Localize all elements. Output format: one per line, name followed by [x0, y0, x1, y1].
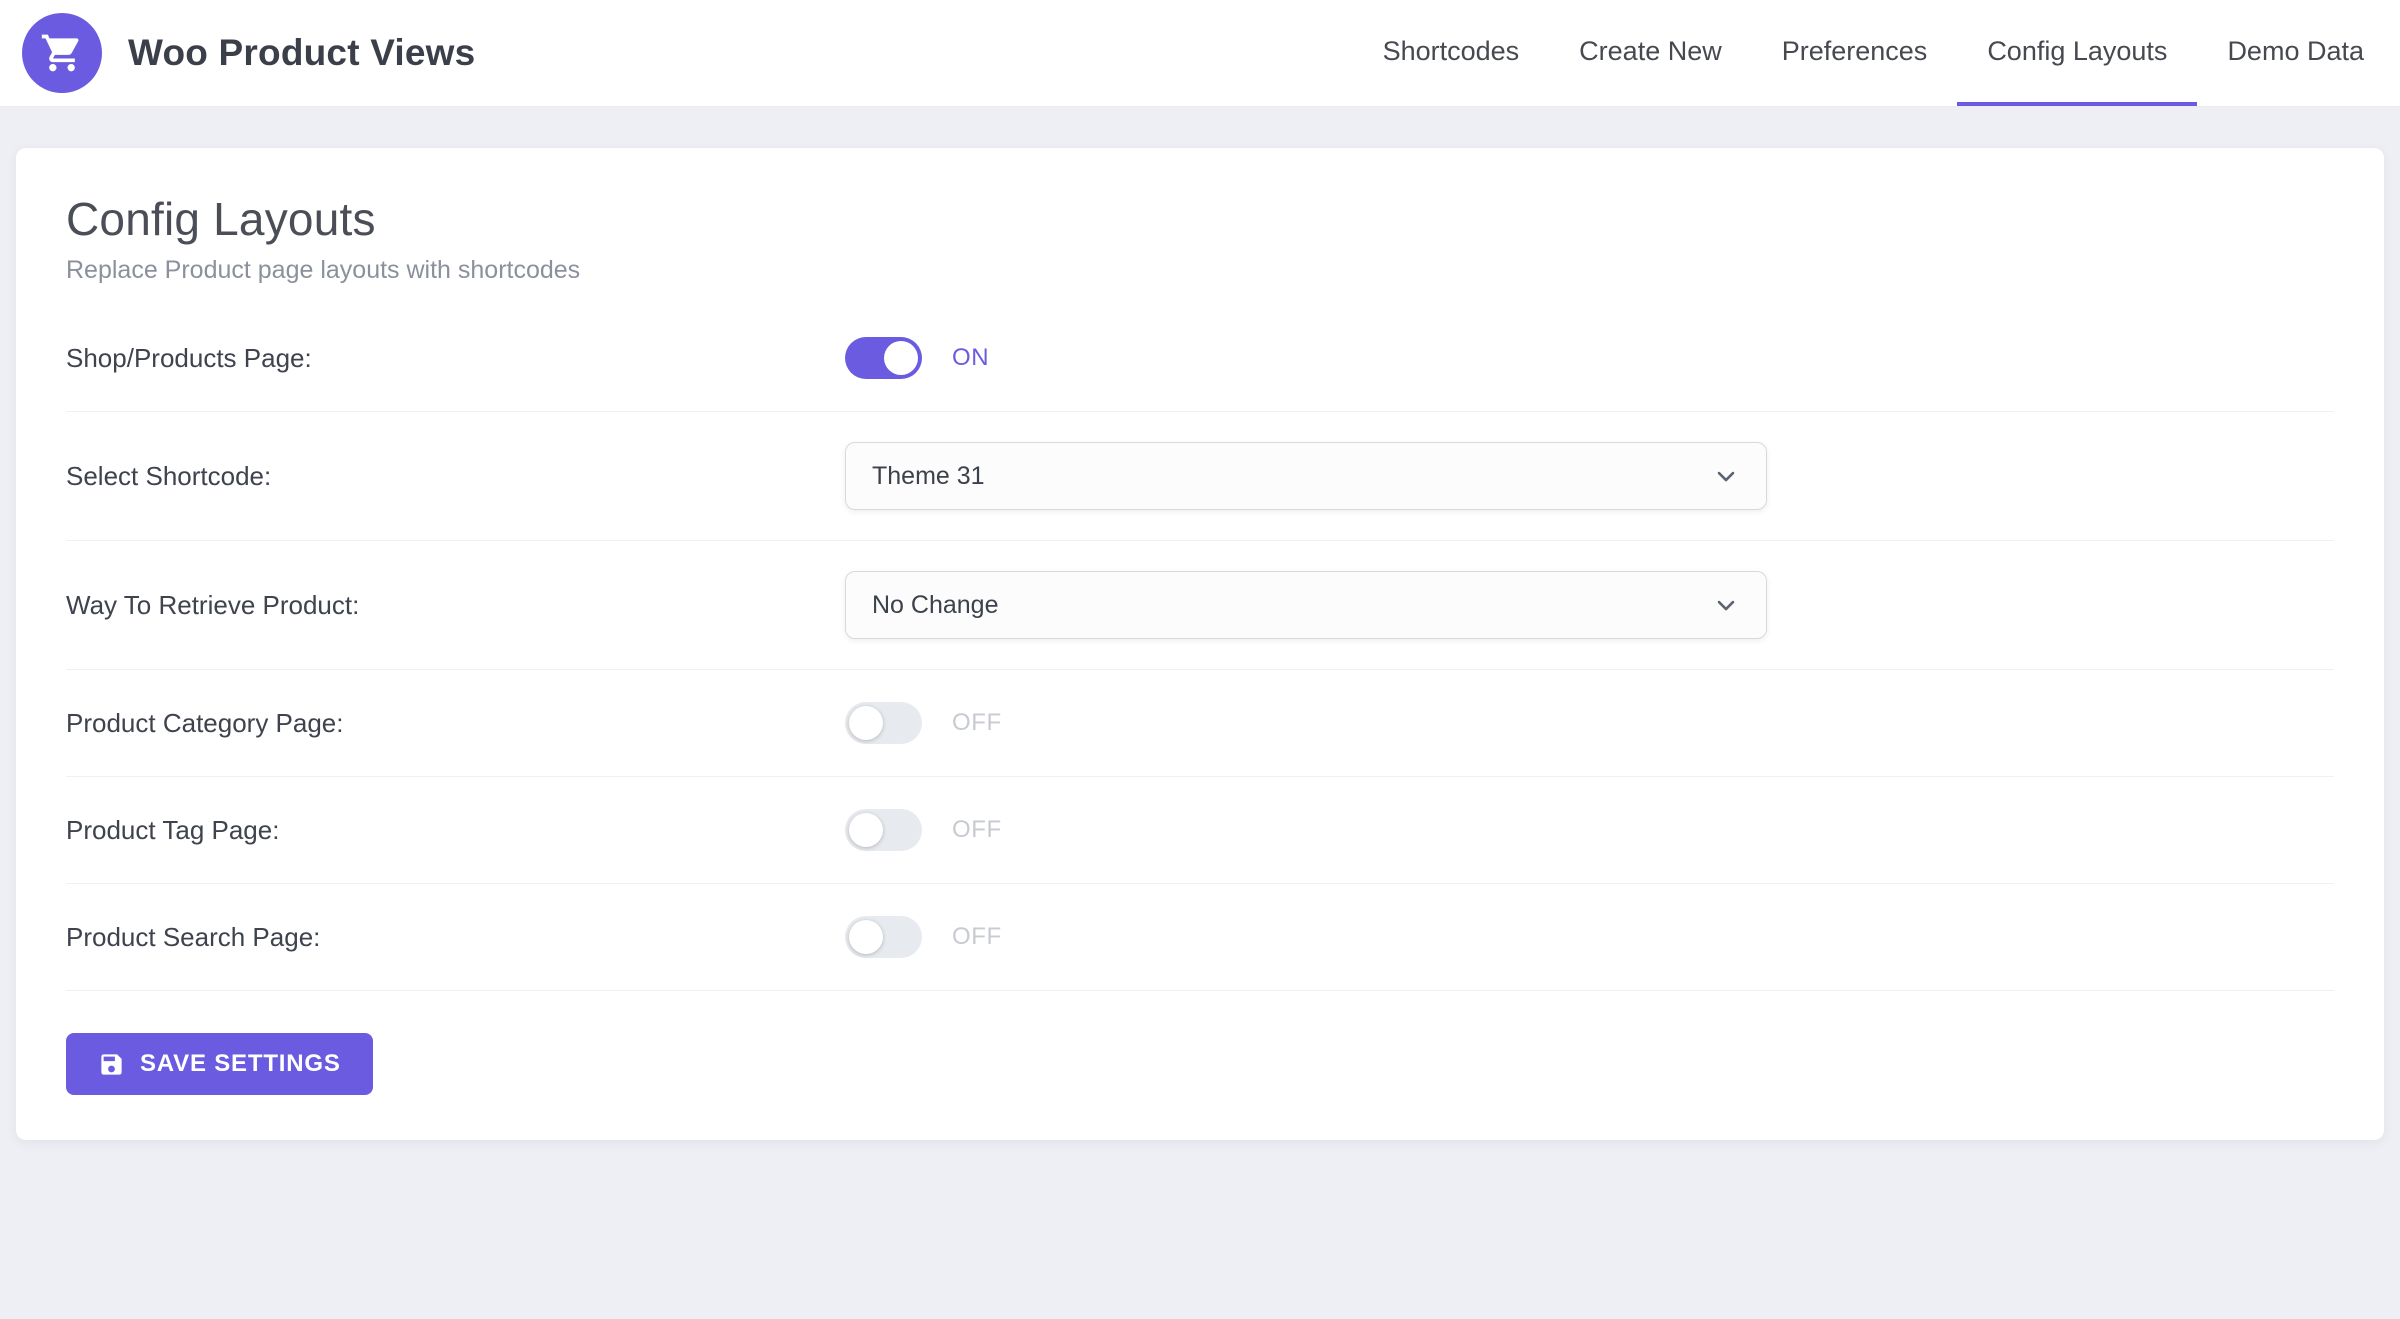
tab-shortcodes[interactable]: Shortcodes: [1353, 0, 1550, 106]
page-title: Config Layouts: [66, 193, 376, 245]
tab-demo-data[interactable]: Demo Data: [2197, 0, 2394, 106]
page-subtitle: Replace Product page layouts with shortc…: [66, 256, 581, 284]
tab-create-new[interactable]: Create New: [1549, 0, 1752, 106]
chevron-down-icon: [1712, 591, 1740, 619]
settings-rows: Shop/Products Page: ON Select Shortcode: Th…: [66, 305, 2334, 991]
setting-row-product-category-page: Product Category Page: OFF: [66, 670, 2334, 777]
brand-title: Woo Product Views: [128, 32, 476, 73]
setting-row-product-search-page: Product Search Page: OFF: [66, 884, 2334, 991]
shop-products-page-toggle[interactable]: [845, 337, 922, 379]
save-settings-label: SAVE SETTINGS: [140, 1050, 341, 1077]
setting-label: Product Search Page:: [66, 921, 321, 952]
toggle-knob: [884, 341, 918, 375]
way-to-retrieve-product-select[interactable]: No Change: [845, 571, 1767, 639]
toggle-state-label: OFF: [952, 923, 1002, 950]
save-icon: [98, 1051, 125, 1078]
setting-row-way-to-retrieve-product: Way To Retrieve Product: No Change: [66, 541, 2334, 670]
shopping-cart-icon: [22, 13, 102, 93]
select-value: Theme 31: [872, 461, 985, 490]
toggle-state-label: OFF: [952, 816, 1002, 843]
brand: Woo Product Views: [22, 0, 475, 106]
setting-row-shop-products-page: Shop/Products Page: ON: [66, 305, 2334, 412]
save-settings-button[interactable]: SAVE SETTINGS: [66, 1033, 373, 1095]
setting-control: OFF: [845, 809, 1002, 851]
setting-label: Product Tag Page:: [66, 814, 280, 845]
toggle-state-label: ON: [952, 344, 990, 371]
main-content: Config Layouts Replace Product page layo…: [0, 148, 2400, 1140]
tab-preferences[interactable]: Preferences: [1752, 0, 1958, 106]
select-value: No Change: [872, 590, 999, 619]
setting-control: Theme 31: [845, 442, 1767, 510]
product-search-page-toggle[interactable]: [845, 916, 922, 958]
chevron-down-icon: [1712, 462, 1740, 490]
product-category-page-toggle[interactable]: [845, 702, 922, 744]
tab-config-layouts[interactable]: Config Layouts: [1957, 0, 2198, 106]
toggle-knob: [849, 813, 883, 847]
select-shortcode-select[interactable]: Theme 31: [845, 442, 1767, 510]
setting-row-product-tag-page: Product Tag Page: OFF: [66, 777, 2334, 884]
config-layouts-card: Config Layouts Replace Product page layo…: [16, 148, 2384, 1140]
main-nav: Shortcodes Create New Preferences Config La…: [1353, 0, 2400, 106]
setting-label: Product Category Page:: [66, 707, 344, 738]
product-tag-page-toggle[interactable]: [845, 809, 922, 851]
toggle-knob: [849, 920, 883, 954]
setting-label: Select Shortcode:: [66, 460, 272, 491]
setting-label: Shop/Products Page:: [66, 342, 312, 373]
app-window: Woo Product Views Shortcodes Create New Pr…: [0, 0, 2400, 1319]
setting-control: OFF: [845, 702, 1002, 744]
setting-label: Way To Retrieve Product:: [66, 589, 360, 620]
setting-control: ON: [845, 337, 989, 379]
app-header: Woo Product Views Shortcodes Create New Pr…: [0, 0, 2400, 107]
toggle-knob: [849, 706, 883, 740]
setting-control: OFF: [845, 916, 1002, 958]
setting-row-select-shortcode: Select Shortcode: Theme 31: [66, 412, 2334, 541]
toggle-state-label: OFF: [952, 709, 1002, 736]
setting-control: No Change: [845, 571, 1767, 639]
